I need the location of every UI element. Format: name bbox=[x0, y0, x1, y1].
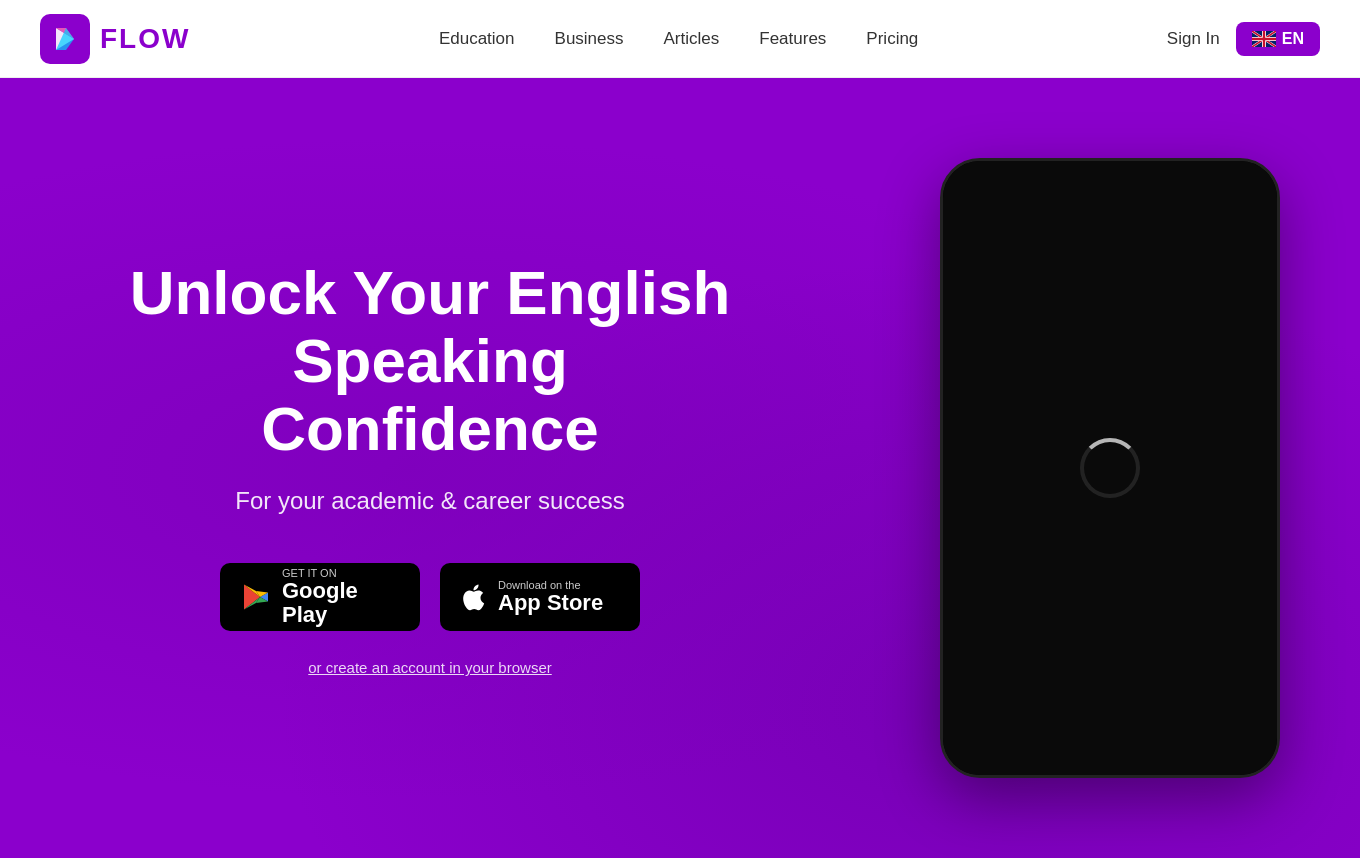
flag-icon bbox=[1252, 31, 1276, 47]
hero-content: Unlock Your English Speaking Confidence … bbox=[120, 259, 740, 678]
logo-area: FLOW bbox=[40, 14, 190, 64]
nav-articles[interactable]: Articles bbox=[664, 29, 720, 49]
sign-in-link[interactable]: Sign In bbox=[1167, 29, 1220, 49]
browser-link[interactable]: or create an account in your browser bbox=[308, 659, 551, 676]
language-button[interactable]: EN bbox=[1236, 22, 1320, 56]
nav-features[interactable]: Features bbox=[759, 29, 826, 49]
app-store-text: Download on the App Store bbox=[498, 579, 603, 615]
phone-mockup bbox=[940, 158, 1280, 778]
nav-pricing[interactable]: Pricing bbox=[866, 29, 918, 49]
store-buttons: GET IT ON Google Play Download on the Ap… bbox=[120, 563, 740, 631]
hero-subtitle: For your academic & career success bbox=[120, 487, 740, 515]
google-play-button[interactable]: GET IT ON Google Play bbox=[220, 563, 420, 631]
navbar-right: Sign In EN bbox=[1167, 22, 1320, 56]
nav-education[interactable]: Education bbox=[439, 29, 515, 49]
nav-links: Education Business Articles Features Pri… bbox=[439, 29, 918, 49]
phone-screen bbox=[943, 161, 1277, 775]
hero-title: Unlock Your English Speaking Confidence bbox=[120, 259, 740, 464]
nav-business[interactable]: Business bbox=[555, 29, 624, 49]
apple-icon bbox=[460, 583, 488, 611]
browser-link-container: or create an account in your browser bbox=[120, 659, 740, 677]
navbar: FLOW Education Business Articles Feature… bbox=[0, 0, 1360, 78]
phone-mockup-container bbox=[940, 158, 1280, 778]
loading-spinner bbox=[1080, 438, 1140, 498]
google-play-text: GET IT ON Google Play bbox=[282, 567, 400, 627]
app-store-button[interactable]: Download on the App Store bbox=[440, 563, 640, 631]
logo-icon[interactable] bbox=[40, 14, 90, 64]
google-play-big: Google Play bbox=[282, 579, 400, 627]
logo-text: FLOW bbox=[100, 23, 190, 55]
lang-label: EN bbox=[1282, 30, 1304, 48]
app-store-big: App Store bbox=[498, 591, 603, 615]
hero-section: Unlock Your English Speaking Confidence … bbox=[0, 78, 1360, 858]
google-play-icon bbox=[240, 581, 272, 613]
